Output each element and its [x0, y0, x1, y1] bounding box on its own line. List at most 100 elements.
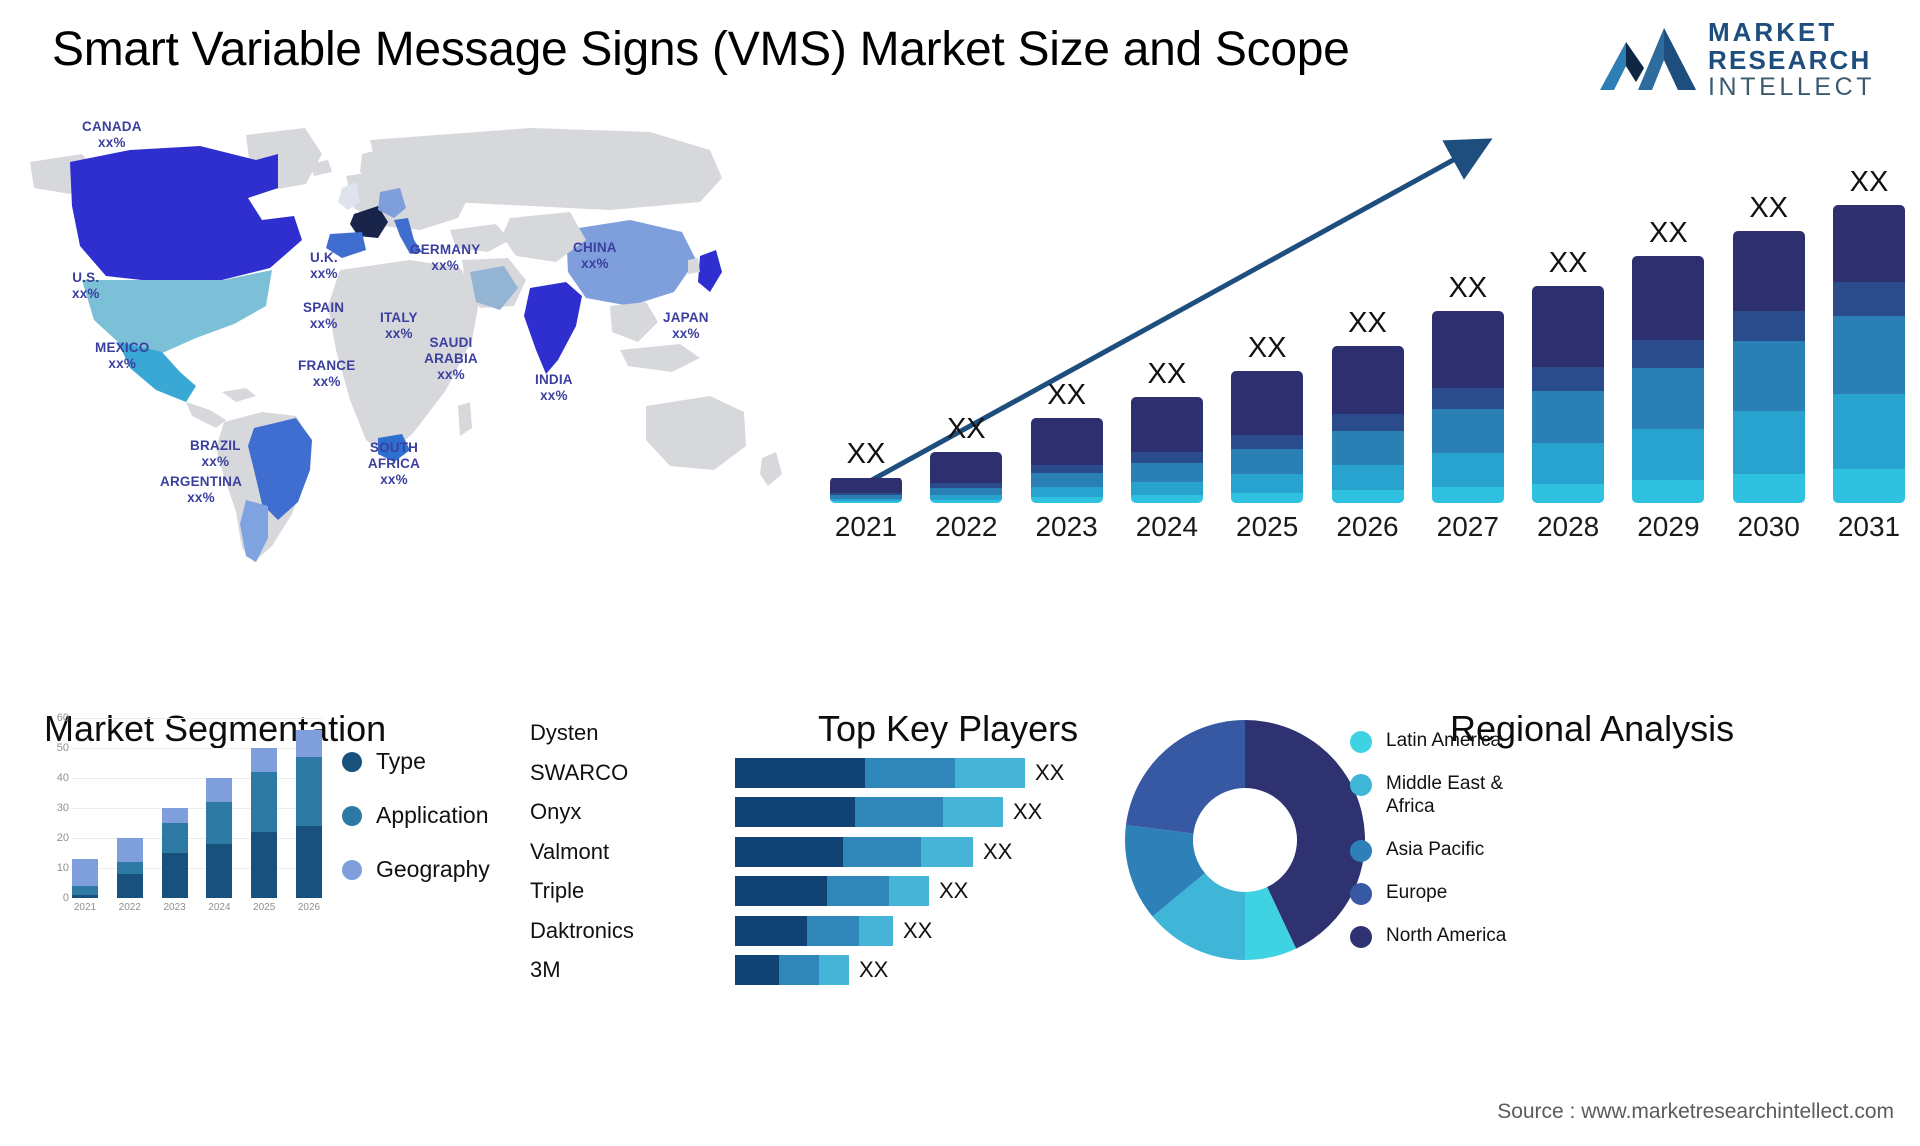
legend-item-geography[interactable]: Geography — [342, 856, 490, 883]
forecast-value-label: XX — [946, 412, 986, 445]
segmentation-bar-segment — [251, 832, 278, 898]
key-player-value-label: XX — [1035, 759, 1065, 785]
regional-legend-item[interactable]: Middle East & Africa — [1350, 773, 1536, 819]
legend-dot-icon — [1350, 882, 1372, 905]
forecast-bar-segment — [1833, 468, 1905, 503]
key-player-bar-segment — [865, 757, 955, 788]
regional-legend-label: Europe — [1386, 881, 1448, 903]
key-player-bar — [735, 915, 893, 946]
forecast-bar-segment — [930, 499, 1003, 503]
y-axis-tick-label: 20 — [56, 832, 69, 844]
forecast-bar-segment — [1532, 443, 1605, 485]
legend-dot-icon — [342, 805, 362, 826]
forecast-bar-segment — [830, 501, 902, 503]
country-name: ITALY — [380, 310, 418, 325]
key-player-bar-segment — [819, 955, 849, 985]
key-player-name: Valmont — [530, 838, 610, 864]
key-player-bar — [735, 876, 929, 906]
forecast-year-label: 2030 — [1737, 511, 1800, 542]
forecast-bar-segment — [1632, 480, 1705, 503]
forecast-bar-segment — [1431, 388, 1504, 409]
x-axis-tick-label: 2026 — [297, 902, 321, 913]
forecast-bar — [1833, 205, 1905, 503]
segmentation-plot: 10 20 30 40 50 60 0 2021 2022 2023 2024 2025 2026 — [57, 712, 322, 913]
gridline — [72, 808, 322, 809]
x-axis-tick-label: 2022 — [118, 902, 141, 913]
forecast-value-label: XX — [1849, 166, 1889, 198]
legend-dot-icon — [342, 859, 362, 880]
country-value: xx% — [672, 325, 700, 341]
regional-analysis-chart: Latin America Middle East & Africa Asia Pa… — [1125, 700, 1910, 960]
regional-legend-label: Middle East & Africa — [1386, 773, 1504, 817]
segmentation-bar — [72, 859, 98, 898]
forecast-year-label: 2023 — [1035, 511, 1098, 542]
key-player-row: Dysten — [530, 718, 1150, 748]
key-player-value-label: XX — [939, 878, 969, 903]
forecast-bar-segment — [1030, 473, 1103, 487]
forecast-bar-segment — [1833, 281, 1905, 316]
gridline — [72, 778, 322, 779]
map-label-us: U.S. xx% — [72, 270, 100, 302]
market-size-forecast-chart: XX 2021 XX 2022 XX 2023 XX 2024 XX 2025 XX 2026 XX 20… — [820, 120, 1910, 545]
legend-dot-icon — [342, 751, 362, 772]
key-player-bar-segment — [735, 915, 807, 946]
key-player-bar-segment — [735, 797, 855, 827]
mountain-logo-icon — [1600, 22, 1700, 92]
key-player-name: Daktronics — [530, 917, 634, 943]
forecast-bar-segment — [1732, 411, 1805, 475]
forecast-bar-segment — [1732, 341, 1805, 412]
regional-legend-item[interactable]: Latin America — [1350, 730, 1536, 753]
forecast-bar-segment — [1231, 448, 1304, 475]
forecast-bar-column — [1833, 205, 1905, 503]
regional-legend-item[interactable]: Europe — [1350, 882, 1536, 905]
key-player-bar-segment — [735, 757, 865, 788]
country-name: CANADA — [82, 119, 142, 134]
gridline — [72, 718, 322, 719]
forecast-bar-segment — [1632, 256, 1705, 340]
map-label-italy: ITALY xx% — [380, 310, 418, 342]
forecast-year-label: 2024 — [1135, 511, 1199, 542]
market-segmentation-chart: 10 20 30 40 50 60 0 2021 2022 2023 2024 2025 2026 Ty… — [22, 700, 522, 940]
legend-item-application[interactable]: Application — [342, 802, 490, 829]
forecast-bar-segment — [1130, 481, 1203, 496]
forecast-value-label: XX — [846, 438, 886, 471]
logo-line-3: INTELLECT — [1708, 73, 1876, 102]
segmentation-bar-segment — [206, 802, 233, 844]
segmentation-bar-segment — [206, 844, 233, 898]
key-player-bar-segment — [955, 757, 1025, 788]
key-player-bar — [735, 797, 1003, 827]
forecast-bar-segment — [1331, 413, 1404, 431]
forecast-bar — [1732, 230, 1805, 503]
regional-legend-item[interactable]: Asia Pacific — [1350, 839, 1536, 862]
key-player-value-label: XX — [983, 838, 1013, 864]
country-value: xx% — [540, 387, 568, 403]
segmentation-legend: Type Application Geography — [342, 748, 490, 910]
gridline — [72, 868, 322, 869]
forecast-bar-segment — [1732, 310, 1805, 342]
forecast-bar-segment — [1130, 495, 1203, 503]
forecast-bar-segment — [1030, 486, 1103, 498]
country-value: xx% — [385, 325, 413, 341]
regional-legend-item[interactable]: North America — [1350, 925, 1536, 948]
country-name: SAUDI ARABIA — [424, 335, 478, 366]
forecast-bar-segment — [1632, 428, 1705, 481]
regional-legend-label: Asia Pacific — [1386, 838, 1485, 860]
forecast-bar-segment — [1231, 434, 1304, 449]
country-value: xx% — [72, 285, 100, 301]
legend-item-type[interactable]: Type — [342, 748, 490, 775]
segmentation-bar-segment — [251, 772, 278, 832]
forecast-bar-segment — [1833, 394, 1905, 469]
key-player-bar — [735, 836, 973, 867]
map-label-brazil: BRAZIL xx% — [190, 438, 241, 470]
segmentation-bar-segment — [296, 826, 322, 898]
forecast-bar — [1030, 417, 1103, 503]
country-value: xx% — [380, 471, 408, 487]
country-value: xx% — [312, 373, 341, 389]
map-label-germany: GERMANY xx% — [410, 242, 480, 274]
legend-dot-icon — [1350, 774, 1372, 796]
forecast-bar-segment — [930, 487, 1003, 495]
legend-dot-icon — [1350, 731, 1372, 753]
segmentation-bar — [296, 730, 322, 898]
key-player-bar-segment — [889, 876, 929, 906]
segmentation-bar-segment — [116, 862, 143, 874]
